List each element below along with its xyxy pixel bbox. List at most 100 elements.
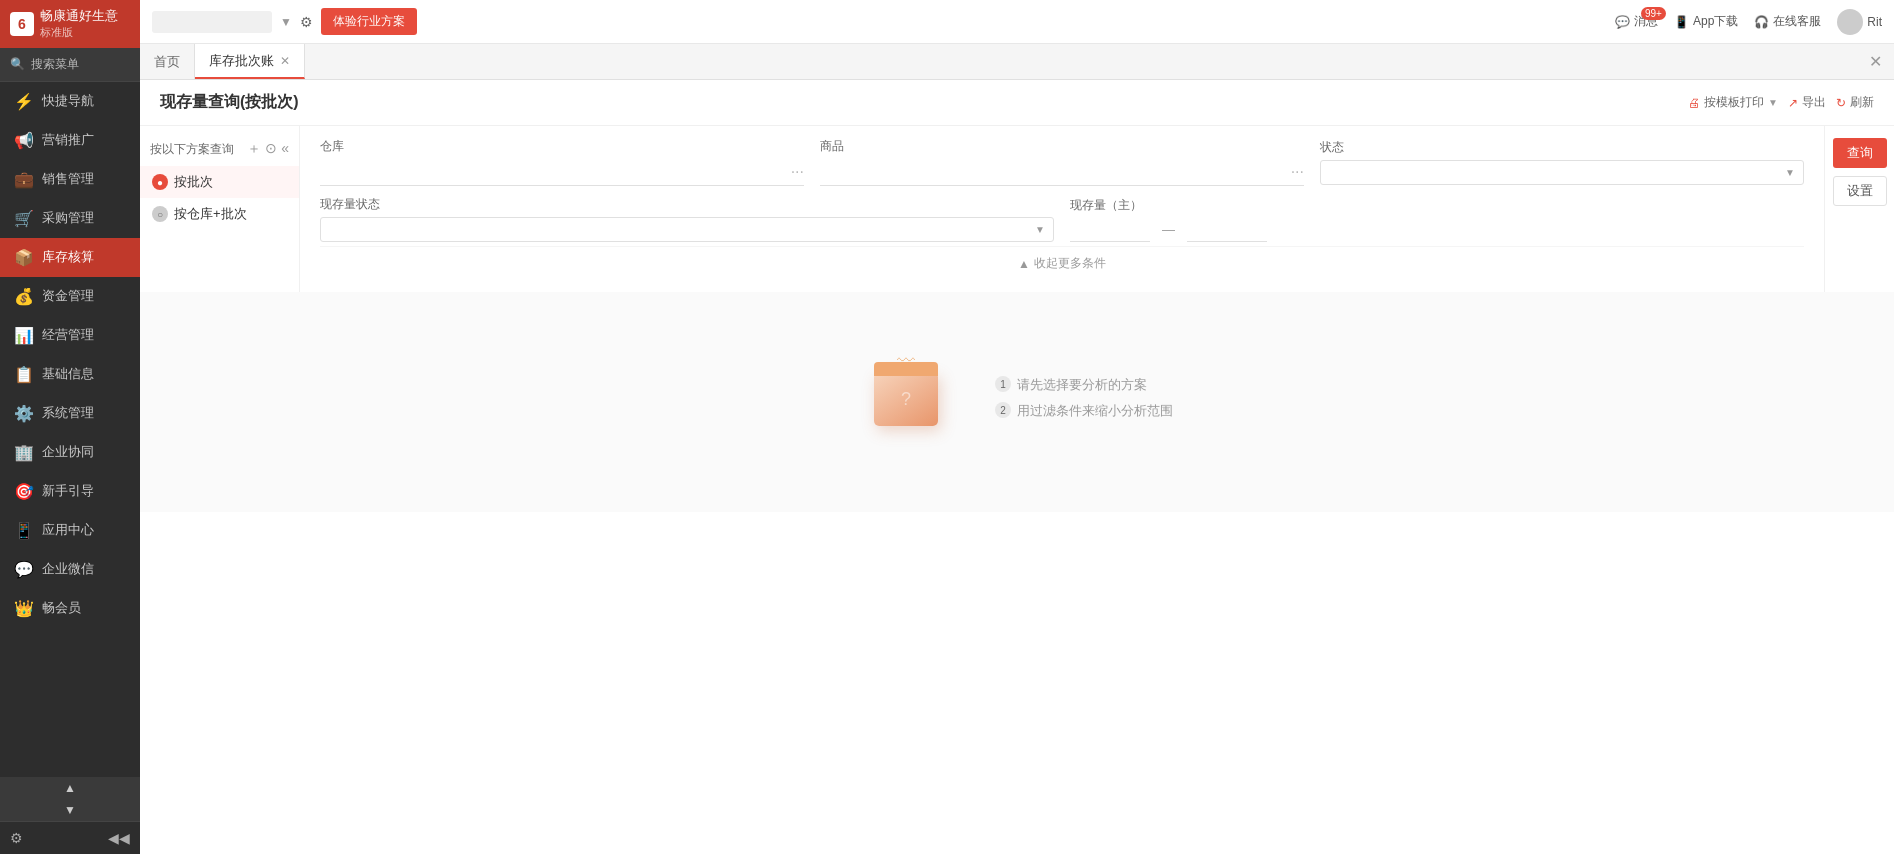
apps-icon: 📱 — [14, 521, 34, 540]
filter-main: 仓库 ··· 商品 — [300, 126, 1824, 292]
stock-main-field: 现存量（主） — — [1070, 197, 1804, 242]
settings-button[interactable]: 设置 — [1833, 176, 1887, 206]
sidebar-item-ops[interactable]: 📊 经营管理 — [0, 316, 140, 355]
avatar-img — [1837, 9, 1863, 35]
sidebar-item-basic[interactable]: 📋 基础信息 — [0, 355, 140, 394]
scheme-label-by-batch: 按批次 — [174, 173, 213, 191]
print-button[interactable]: 🖨 按模板打印 ▼ — [1688, 94, 1778, 111]
empty-box-icon: ? — [874, 372, 938, 426]
sidebar-label-newbie: 新手引导 — [42, 482, 94, 500]
export-button[interactable]: ↗ 导出 — [1788, 94, 1826, 111]
app-download-button[interactable]: 📱 App下载 — [1674, 13, 1738, 30]
refresh-button[interactable]: ↻ 刷新 — [1836, 94, 1874, 111]
messages-badge: 99+ — [1641, 7, 1666, 20]
dropdown-chevron-icon[interactable]: ▼ — [280, 15, 292, 29]
sidebar-item-newbie[interactable]: 🎯 新手引导 — [0, 472, 140, 511]
warehouse-filter-input[interactable]: ··· — [320, 159, 804, 186]
warehouse-filter-field: 仓库 ··· — [320, 138, 804, 186]
page-title: 现存量查询(按批次) — [160, 92, 299, 113]
sidebar-label-vip: 畅会员 — [42, 599, 81, 617]
sidebar-item-apps[interactable]: 📱 应用中心 — [0, 511, 140, 550]
query-button[interactable]: 查询 — [1833, 138, 1887, 168]
sidebar-item-sales[interactable]: 💼 销售管理 — [0, 160, 140, 199]
sidebar-scroll-up[interactable]: ▲ — [0, 777, 140, 799]
tip-1-text: 请先选择要分析的方案 — [1017, 376, 1147, 394]
sales-icon: 💼 — [14, 170, 34, 189]
online-service-button[interactable]: 🎧 在线客服 — [1754, 13, 1821, 30]
purchase-icon: 🛒 — [14, 209, 34, 228]
search-menu-item[interactable]: 🔍 搜索菜单 — [0, 48, 140, 82]
tab-inventory-batch-label: 库存批次账 — [209, 52, 274, 70]
scheme-item-by-warehouse-batch[interactable]: ○ 按仓库+批次 — [140, 198, 299, 230]
ops-icon: 📊 — [14, 326, 34, 345]
empty-illustration: ? 〰 — [861, 352, 951, 452]
sidebar-item-marketing[interactable]: 📢 营销推广 — [0, 121, 140, 160]
industry-solution-button[interactable]: 体验行业方案 — [321, 8, 417, 35]
scheme-label-by-warehouse-batch: 按仓库+批次 — [174, 205, 247, 223]
stock-status-chevron-icon: ▼ — [1035, 224, 1045, 235]
online-service-label: 在线客服 — [1773, 13, 1821, 30]
stock-status-field: 现存量状态 ▼ — [320, 196, 1054, 242]
user-avatar[interactable]: Rit — [1837, 9, 1882, 35]
sidebar-label-apps: 应用中心 — [42, 521, 94, 539]
action-bar: 查询 设置 — [1824, 126, 1894, 292]
sidebar-item-finance[interactable]: 💰 资金管理 — [0, 277, 140, 316]
sidebar-label-system: 系统管理 — [42, 404, 94, 422]
sidebar-item-inventory[interactable]: 📦 库存核算 — [0, 238, 140, 277]
goods-filter-label: 商品 — [820, 138, 1304, 155]
sidebar-nav: ⚡ 快捷导航 📢 营销推广 💼 销售管理 🛒 采购管理 📦 库存核算 💰 资金管… — [0, 82, 140, 777]
steam-icon: 〰 — [897, 352, 915, 370]
sidebar-item-quick-nav[interactable]: ⚡ 快捷导航 — [0, 82, 140, 121]
stock-main-min-input[interactable] — [1070, 218, 1150, 242]
vip-icon: 👑 — [14, 599, 34, 618]
app-subtitle: 标准版 — [40, 25, 118, 40]
sidebar-scroll-down[interactable]: ▼ — [0, 799, 140, 821]
add-scheme-icon[interactable]: ＋ — [247, 140, 261, 158]
collapse-sidebar-btn[interactable]: ◀◀ — [108, 830, 130, 846]
filter-row-2: 现存量状态 ▼ 现存量（主） — — [320, 196, 1804, 242]
empty-tip-2: 2 用过滤条件来缩小分析范围 — [995, 402, 1173, 420]
sidebar-label-ops: 经营管理 — [42, 326, 94, 344]
topbar: ▼ ⚙ 体验行业方案 💬 消息 99+ 📱 App下载 🎧 在线客服 Rit — [140, 0, 1894, 44]
stock-status-select[interactable]: ▼ — [320, 217, 1054, 242]
sidebar-label-marketing: 营销推广 — [42, 131, 94, 149]
status-select[interactable]: ▼ — [1320, 160, 1804, 185]
tab-home[interactable]: 首页 — [140, 44, 195, 79]
stock-main-max-input[interactable] — [1187, 218, 1267, 242]
tab-close-icon[interactable]: ✕ — [280, 54, 290, 68]
search-input[interactable] — [152, 11, 272, 33]
export-icon: ↗ — [1788, 96, 1798, 110]
close-all-tabs-button[interactable]: ✕ — [1857, 52, 1894, 71]
goods-dots-icon[interactable]: ··· — [1291, 163, 1304, 181]
settings-footer-btn[interactable]: ⚙ — [10, 830, 23, 846]
sidebar-footer: ⚙ ◀◀ — [0, 821, 140, 854]
stock-main-label: 现存量（主） — [1070, 197, 1804, 214]
scheme-panel-header: 按以下方案查询 ＋ ⊙ « — [140, 136, 299, 166]
messages-button[interactable]: 💬 消息 99+ — [1615, 13, 1658, 30]
collapse-filters-button[interactable]: ▲ 收起更多条件 — [320, 246, 1804, 280]
sidebar-item-system[interactable]: ⚙️ 系统管理 — [0, 394, 140, 433]
refresh-icon: ↻ — [1836, 96, 1846, 110]
sidebar-item-vip[interactable]: 👑 畅会员 — [0, 589, 140, 628]
sidebar-label-purchase: 采购管理 — [42, 209, 94, 227]
topbar-gear-icon[interactable]: ⚙ — [300, 14, 313, 30]
print-label: 按模板打印 — [1704, 94, 1764, 111]
sidebar-item-wechat[interactable]: 💬 企业微信 — [0, 550, 140, 589]
sidebar-item-purchase[interactable]: 🛒 采购管理 — [0, 199, 140, 238]
scheme-settings-icon[interactable]: ⊙ — [265, 140, 277, 158]
tab-inventory-batch[interactable]: 库存批次账 ✕ — [195, 44, 305, 79]
scheme-header-label: 按以下方案查询 — [150, 141, 234, 158]
scheme-collapse-icon[interactable]: « — [281, 140, 289, 158]
filter-fields-area: 仓库 ··· 商品 — [300, 126, 1894, 292]
status-filter-field: 状态 ▼ — [1320, 139, 1804, 185]
page-actions: 🖨 按模板打印 ▼ ↗ 导出 ↻ 刷新 — [1688, 94, 1874, 111]
goods-filter-input[interactable]: ··· — [820, 159, 1304, 186]
warehouse-dots-icon[interactable]: ··· — [791, 163, 804, 181]
sidebar-label-finance: 资金管理 — [42, 287, 94, 305]
stock-status-label: 现存量状态 — [320, 196, 1054, 213]
scheme-item-by-batch[interactable]: ● 按批次 — [140, 166, 299, 198]
sidebar-item-corp[interactable]: 🏢 企业协同 — [0, 433, 140, 472]
sidebar: 6 畅康通好生意 标准版 🔍 搜索菜单 ⚡ 快捷导航 📢 营销推广 💼 销售管理… — [0, 0, 140, 854]
print-icon: 🖨 — [1688, 96, 1700, 110]
topbar-right: 💬 消息 99+ 📱 App下载 🎧 在线客服 Rit — [1615, 9, 1882, 35]
